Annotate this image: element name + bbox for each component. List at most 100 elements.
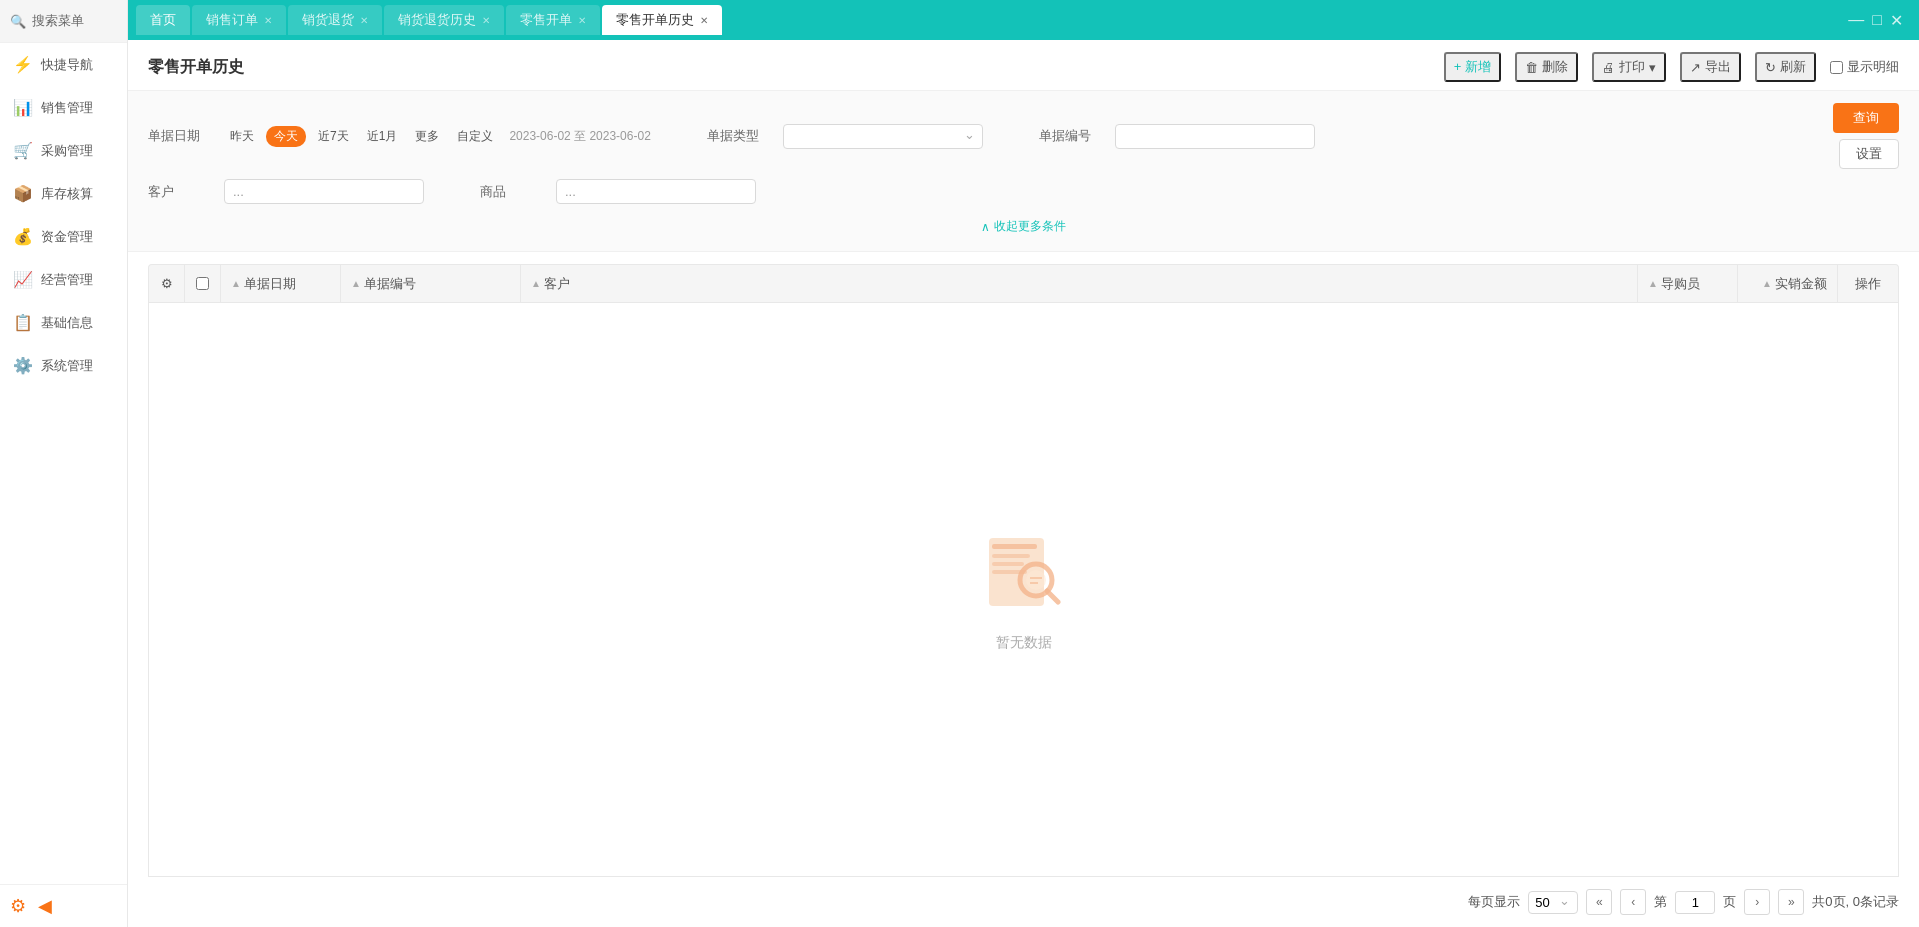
doc-type-select[interactable] [783,124,983,149]
table-settings-icon[interactable]: ⚙ [149,265,185,302]
close-btn[interactable]: ✕ [1890,11,1903,30]
sidebar-item-purchase-mgmt[interactable]: 🛒 采购管理 [0,129,127,172]
export-icon: ↗ [1690,60,1701,75]
per-page-label: 每页显示 [1468,893,1520,911]
amount-col-label: 实销金额 [1775,275,1827,293]
trash-icon: 🗑 [1525,60,1538,75]
customer-input[interactable]: ... [224,179,424,204]
date-last7[interactable]: 近7天 [312,126,355,147]
table-checkbox-header[interactable] [185,265,221,302]
tab-sales-order[interactable]: 销售订单 ✕ [192,5,286,35]
finance-icon: 💰 [13,227,33,246]
tab-sales-return-close[interactable]: ✕ [360,15,368,26]
settings-gear-icon[interactable]: ⚙ [10,895,26,917]
date-more[interactable]: 更多 [409,126,445,147]
date-yesterday[interactable]: 昨天 [224,126,260,147]
query-button[interactable]: 查询 [1833,103,1899,133]
next-page-btn[interactable]: › [1744,889,1770,915]
per-page-select[interactable]: 50 10 20 100 [1528,891,1578,914]
sidebar-search[interactable]: 🔍 搜索菜单 [0,0,127,43]
tab-retail-history-label: 零售开单历史 [616,11,694,29]
print-label: 打印 [1619,58,1645,76]
tab-return-history-close[interactable]: ✕ [482,15,490,26]
date-custom[interactable]: 自定义 [451,126,499,147]
delete-button[interactable]: 🗑 删除 [1515,52,1578,82]
sidebar-item-label: 采购管理 [41,142,93,160]
purchase-icon: 🛒 [13,141,33,160]
empty-text: 暂无数据 [996,634,1052,652]
system-icon: ⚙️ [13,356,33,375]
tab-home[interactable]: 首页 [136,5,190,35]
tab-sales-order-label: 销售订单 [206,11,258,29]
tab-retail-open-close[interactable]: ✕ [578,15,586,26]
svg-rect-2 [992,554,1030,558]
filter-row-1: 单据日期 昨天 今天 近7天 近1月 更多 自定义 2023-06-02 至 2… [148,103,1899,169]
page-number-input[interactable] [1675,891,1715,914]
goods-placeholder: ... [565,184,576,199]
sort-num-icon: ▲ [351,278,361,289]
print-icon: 🖨 [1602,60,1615,75]
show-detail-checkbox[interactable] [1830,61,1843,74]
svg-rect-1 [992,544,1037,549]
filter-row-2: 客户 ... 商品 ... [148,179,1899,204]
select-all-checkbox[interactable] [196,277,209,290]
tab-retail-open[interactable]: 零售开单 ✕ [506,5,600,35]
date-last-month[interactable]: 近1月 [361,126,404,147]
sidebar-item-sales-mgmt[interactable]: 📊 销售管理 [0,86,127,129]
tab-return-history[interactable]: 销货退货历史 ✕ [384,5,504,35]
sort-guide-icon: ▲ [1648,278,1658,289]
sort-client-icon: ▲ [531,278,541,289]
tab-retail-history-close[interactable]: ✕ [700,15,708,26]
main-area: 首页 销售订单 ✕ 销货退货 ✕ 销货退货历史 ✕ 零售开单 ✕ 零售开单历史 … [128,0,1919,927]
filter-settings-button[interactable]: 设置 [1839,139,1899,169]
basic-info-icon: 📋 [13,313,33,332]
first-page-btn[interactable]: « [1586,889,1612,915]
prev-page-btn[interactable]: ‹ [1620,889,1646,915]
refresh-button[interactable]: ↻ 刷新 [1755,52,1816,82]
window-controls: — □ ✕ [1848,11,1911,30]
date-today[interactable]: 今天 [266,126,306,147]
collapse-button[interactable]: ∧ 收起更多条件 [981,214,1066,239]
tab-sales-order-close[interactable]: ✕ [264,15,272,26]
sidebar-item-label: 快捷导航 [41,56,93,74]
export-button[interactable]: ↗ 导出 [1680,52,1741,82]
search-icon: 🔍 [10,14,26,29]
sidebar-item-finance[interactable]: 💰 资金管理 [0,215,127,258]
print-button[interactable]: 🖨 打印 ▾ [1592,52,1666,82]
maximize-btn[interactable]: □ [1872,11,1882,29]
page-header: 零售开单历史 + 新增 🗑 删除 🖨 打印 ▾ ↗ 导出 [128,40,1919,91]
sort-up-icon: ▲ [231,278,241,289]
tab-retail-history[interactable]: 零售开单历史 ✕ [602,5,722,35]
doc-num-label: 单据编号 [1039,127,1099,145]
table-header-action: 操作 [1838,265,1898,302]
table-header-date: ▲ 单据日期 [221,265,341,302]
last-page-btn[interactable]: » [1778,889,1804,915]
inventory-icon: 📦 [13,184,33,203]
client-col-label: 客户 [544,275,570,293]
goods-label: 商品 [480,183,540,201]
table-header-client: ▲ 客户 [521,265,1638,302]
customer-placeholder: ... [233,184,244,199]
show-detail-toggle[interactable]: 显示明细 [1830,58,1899,76]
table-header-guide: ▲ 导购员 [1638,265,1738,302]
table-area: ⚙ ▲ 单据日期 ▲ 单据编号 ▲ 客户 ▲ [128,252,1919,927]
quick-nav-icon: ⚡ [13,55,33,74]
sidebar-item-label: 基础信息 [41,314,93,332]
page-label: 第 [1654,893,1667,911]
doc-num-input[interactable] [1115,124,1315,149]
toolbar: + 新增 🗑 删除 🖨 打印 ▾ ↗ 导出 ↻ 刷新 [1444,52,1899,82]
goods-input[interactable]: ... [556,179,756,204]
sidebar-item-system-mgmt[interactable]: ⚙️ 系统管理 [0,344,127,387]
tab-return-history-label: 销货退货历史 [398,11,476,29]
sidebar-item-basic-info[interactable]: 📋 基础信息 [0,301,127,344]
collapse-sidebar-icon[interactable]: ◀ [38,895,52,917]
empty-illustration [974,528,1074,618]
customer-label: 客户 [148,183,208,201]
sidebar-item-quick-nav[interactable]: ⚡ 快捷导航 [0,43,127,86]
add-button[interactable]: + 新增 [1444,52,1501,82]
sidebar-item-operations[interactable]: 📈 经营管理 [0,258,127,301]
sidebar-item-inventory[interactable]: 📦 库存核算 [0,172,127,215]
filter-collapse-row: ∧ 收起更多条件 [148,214,1899,239]
minimize-btn[interactable]: — [1848,11,1864,29]
tab-sales-return[interactable]: 销货退货 ✕ [288,5,382,35]
